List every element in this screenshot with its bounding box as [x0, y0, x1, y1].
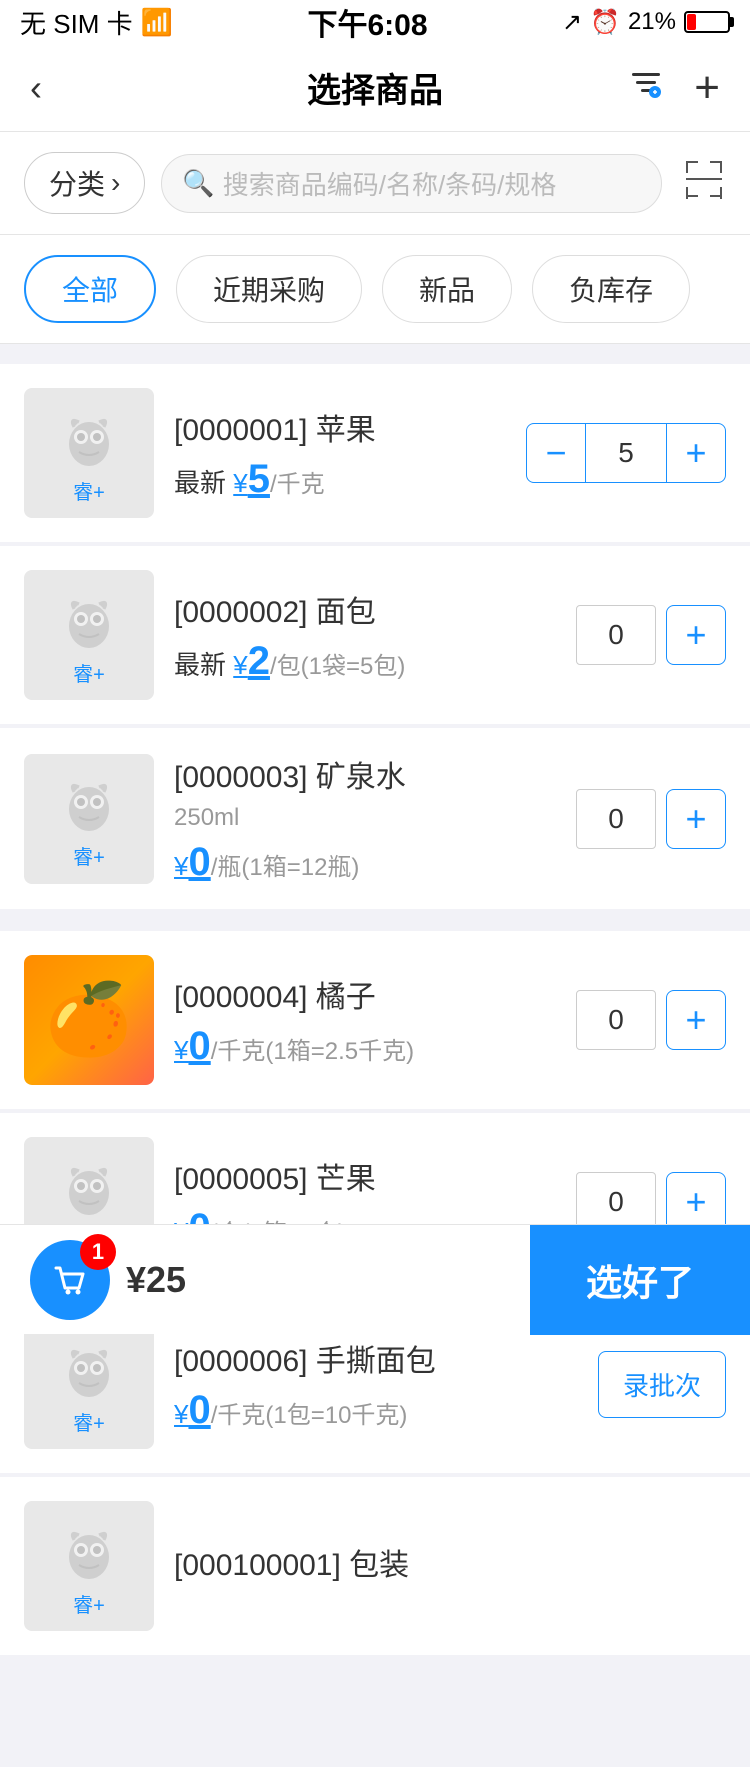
product-name: [0000003] 矿泉水: [174, 752, 556, 796]
product-info: [0000003] 矿泉水 250ml ¥0/瓶(1箱=12瓶): [174, 752, 556, 885]
status-right: ↗ ⏰ 21%: [562, 8, 730, 37]
increment-button[interactable]: +: [666, 1172, 726, 1232]
cart-total: ¥25: [126, 1259, 186, 1301]
batch-button[interactable]: 录批次: [598, 1351, 726, 1418]
product-info: [0000004] 橘子 ¥0/千克(1箱=2.5千克): [174, 972, 556, 1069]
product-price: ¥0/千克(1包=10千克): [174, 1388, 578, 1433]
quantity-input[interactable]: [576, 1172, 656, 1232]
category-label: 分类: [49, 163, 105, 203]
category-button[interactable]: 分类 ›: [24, 152, 145, 214]
tab-bar: 全部 近期采购 新品 负库存: [0, 235, 750, 344]
scan-icon[interactable]: [682, 157, 726, 210]
confirm-button[interactable]: 选好了: [530, 1225, 750, 1335]
search-box[interactable]: 🔍 搜索商品编码/名称/条码/规格: [161, 154, 662, 213]
back-button[interactable]: ‹: [30, 67, 42, 109]
product-image: [24, 955, 154, 1085]
nav-actions: +: [628, 63, 720, 113]
product-image: 睿+: [24, 754, 154, 884]
increment-button[interactable]: +: [666, 423, 726, 483]
category-arrow: ›: [111, 167, 120, 199]
list-item: 睿+ [000100001] 包装: [0, 1477, 750, 1655]
product-price: ¥0/千克(1箱=2.5千克): [174, 1024, 556, 1069]
product-info: [0000002] 面包 最新 ¥2/包(1袋=5包): [174, 587, 556, 684]
product-spec: 250ml: [174, 804, 556, 832]
product-name: [0000004] 橘子: [174, 972, 556, 1016]
increment-button[interactable]: +: [666, 605, 726, 665]
tab-negative-stock[interactable]: 负库存: [532, 255, 690, 323]
bottom-bar: 1 ¥25 选好了: [0, 1224, 750, 1334]
wifi-icon: 📶: [141, 7, 173, 38]
nav-bar: ‹ 选择商品 +: [0, 44, 750, 132]
quantity-control: +: [576, 1172, 726, 1232]
status-left: 无 SIM 卡 📶: [20, 4, 173, 41]
quantity-control: +: [576, 990, 726, 1050]
battery-percent: 21%: [628, 8, 676, 36]
filter-bar: 分类 › 🔍 搜索商品编码/名称/条码/规格: [0, 132, 750, 235]
increment-button[interactable]: +: [666, 990, 726, 1050]
product-name: [0000005] 芒果: [174, 1154, 556, 1198]
product-info: [0000006] 手撕面包 ¥0/千克(1包=10千克): [174, 1336, 578, 1433]
list-item: [0000004] 橘子 ¥0/千克(1箱=2.5千克) +: [0, 931, 750, 1109]
cart-button[interactable]: 1: [30, 1240, 110, 1320]
product-image: 睿+: [24, 1319, 154, 1449]
product-info: [0000001] 苹果 最新 ¥5/千克: [174, 405, 506, 502]
product-list: 睿+ [0000001] 苹果 最新 ¥5/千克 − +: [0, 364, 750, 1655]
search-placeholder: 搜索商品编码/名称/条码/规格: [223, 165, 557, 202]
quantity-input[interactable]: [576, 605, 656, 665]
decrement-button[interactable]: −: [526, 423, 586, 483]
sim-status: 无 SIM 卡: [20, 4, 133, 41]
quantity-control: +: [576, 605, 726, 665]
product-name: [0000002] 面包: [174, 587, 556, 631]
alarm-icon: ⏰: [590, 8, 620, 37]
list-item: 睿+ [0000001] 苹果 最新 ¥5/千克 − +: [0, 364, 750, 542]
cart-badge: 1: [80, 1234, 116, 1270]
product-image: 睿+: [24, 570, 154, 700]
status-bar: 无 SIM 卡 📶 下午6:08 ↗ ⏰ 21%: [0, 0, 750, 44]
tab-new[interactable]: 新品: [382, 255, 512, 323]
quantity-control: 录批次: [598, 1351, 726, 1418]
product-name: [0000006] 手撕面包: [174, 1336, 578, 1380]
add-icon[interactable]: +: [694, 63, 720, 113]
list-item: 睿+ [0000003] 矿泉水 250ml ¥0/瓶(1箱=12瓶) +: [0, 728, 750, 909]
product-info: [000100001] 包装: [174, 1540, 726, 1592]
quantity-input[interactable]: [586, 423, 666, 483]
tab-all[interactable]: 全部: [24, 255, 156, 323]
product-name: [0000001] 苹果: [174, 405, 506, 449]
product-price: ¥0/瓶(1箱=12瓶): [174, 840, 556, 885]
list-item: 睿+ [0000002] 面包 最新 ¥2/包(1袋=5包) +: [0, 546, 750, 724]
product-price: 最新 ¥2/包(1袋=5包): [174, 639, 556, 684]
quantity-control: − +: [526, 423, 726, 483]
cart-section: 1 ¥25: [0, 1240, 530, 1320]
tab-recent[interactable]: 近期采购: [176, 255, 362, 323]
quantity-input[interactable]: [576, 990, 656, 1050]
quantity-input[interactable]: [576, 789, 656, 849]
filter-icon[interactable]: [628, 65, 664, 111]
product-name: [000100001] 包装: [174, 1540, 726, 1584]
quantity-control: +: [576, 789, 726, 849]
product-image: 睿+: [24, 388, 154, 518]
page-title: 选择商品: [307, 63, 443, 112]
product-image: 睿+: [24, 1501, 154, 1631]
location-icon: ↗: [562, 8, 582, 37]
increment-button[interactable]: +: [666, 789, 726, 849]
status-time: 下午6:08: [307, 0, 427, 44]
battery-icon: [684, 11, 730, 33]
search-icon: 🔍: [182, 168, 214, 199]
product-price: 最新 ¥5/千克: [174, 457, 506, 502]
